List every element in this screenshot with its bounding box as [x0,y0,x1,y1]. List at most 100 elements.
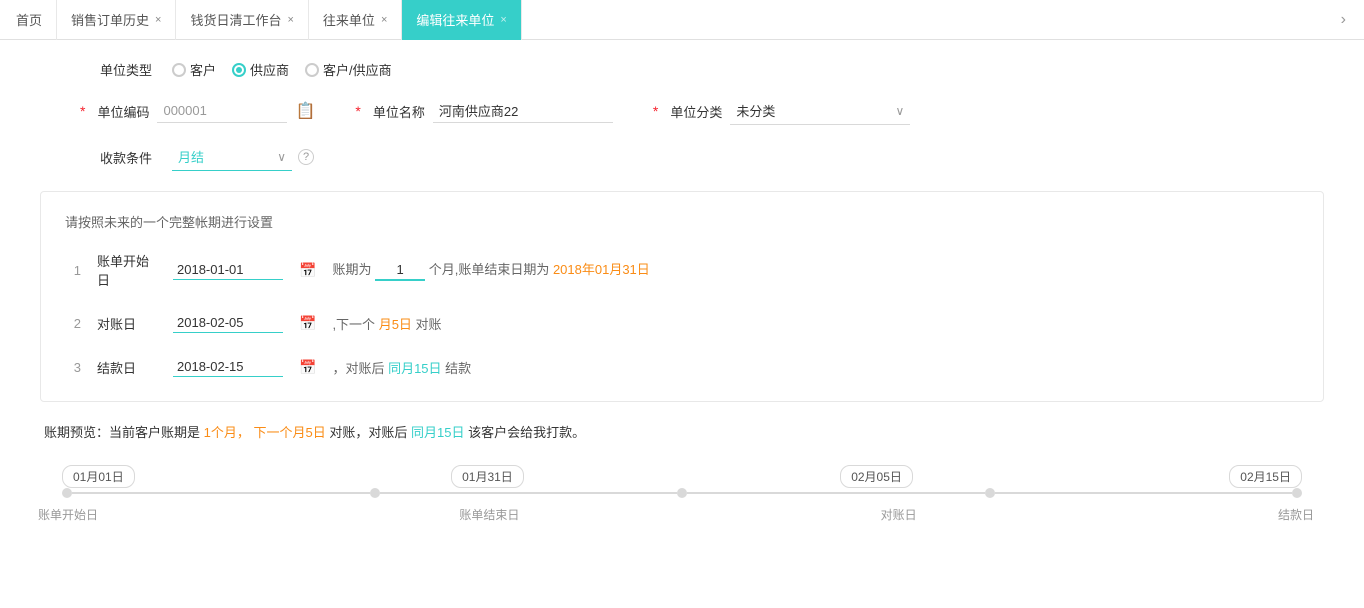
category-label: 单位分类 [670,102,722,121]
tab-cash-work-close[interactable]: × [287,14,293,26]
category-chevron-icon: ∨ [896,104,905,118]
period-row-3-calendar-icon[interactable]: 📅 [299,359,316,376]
category-value: 未分类 [736,101,891,120]
tab-bar: 首页 销售订单历史 × 钱货日清工作台 × 往来单位 × 编辑往来单位 × › [0,0,1364,40]
payment-value: 月结 [178,147,273,166]
timeline-tag-4: 02月15日 [1229,465,1302,488]
payment-label: 收款条件 [100,148,152,167]
period-row-3-highlight: 同月15日 [388,361,441,376]
preview-part3: 对账，对账后 [329,425,407,440]
radio-supplier[interactable]: 供应商 [232,60,289,79]
timeline-node-3: 02月05日 [840,465,913,488]
code-label: 单位编码 [97,102,149,121]
period-row-3-desc: ，对账后 同月15日 结款 [332,358,471,377]
period-row-3-date[interactable] [173,357,283,377]
tab-more-arrow[interactable]: › [1331,11,1356,29]
period-num-1: 1 [65,263,81,278]
timeline-dot-3 [985,488,995,498]
payment-select[interactable]: 月结 ∨ [172,143,292,171]
tab-sales-history-close[interactable]: × [155,14,161,26]
timeline-tag-3: 02月05日 [840,465,913,488]
timeline-seg-l2 [380,492,678,494]
timeline-line-row [50,488,1314,498]
preview-part1: 1个月， [204,425,250,440]
tab-partner-unit-label: 往来单位 [323,10,375,29]
payment-help-icon[interactable]: ? [298,149,314,165]
tab-home-label: 首页 [16,10,42,29]
unit-type-label: 单位类型 [100,60,152,79]
timeline-left-dot [62,488,72,498]
period-row-3: 3 结款日 📅 ，对账后 同月15日 结款 [65,357,1299,377]
code-input[interactable] [157,99,287,123]
period-box: 请按照未来的一个完整帐期进行设置 1 账单开始日 📅 账期为 个月,账单结束日期… [40,191,1324,402]
timeline-label-3-wrap: 对账日 [881,498,917,523]
tab-sales-history-label: 销售订单历史 [71,10,149,29]
period-row-2: 2 对账日 📅 ,下一个 月5日 对账 [65,313,1299,333]
timeline-label-1: 账单开始日 [38,506,98,523]
timeline-dot-2 [677,488,687,498]
timeline-label-4-wrap: 结款日 [1278,498,1314,523]
fields-row: * 单位编码 📋 * 单位名称 * 单位分类 未分类 ∨ [80,97,1324,125]
period-row-1-calendar-icon[interactable]: 📅 [299,262,316,279]
timeline-node-1: 01月01日 [62,465,135,488]
period-row-2-date[interactable] [173,313,283,333]
preview-part2: 下一个月5日 [254,425,326,440]
radio-both[interactable]: 客户/供应商 [305,60,392,79]
timeline-node-4: 02月15日 [1229,465,1302,488]
radio-supplier-dot [236,67,242,73]
timeline-label-3: 对账日 [881,506,917,523]
period-month-input[interactable] [375,260,425,281]
tab-edit-partner-label: 编辑往来单位 [416,10,494,29]
category-select[interactable]: 未分类 ∨ [730,97,910,125]
code-calendar-icon[interactable]: 📋 [295,101,315,121]
period-row-2-highlight: 月5日 [379,317,412,332]
radio-both-label: 客户/供应商 [323,60,392,79]
radio-customer[interactable]: 客户 [172,60,216,79]
period-row-1-date[interactable] [173,260,283,280]
period-row-3-label: 结款日 [97,358,157,377]
tab-edit-partner[interactable]: 编辑往来单位 × [402,0,521,40]
period-row-2-calendar-icon[interactable]: 📅 [299,315,316,332]
radio-customer-label: 客户 [190,60,216,79]
unit-type-radio-group: 客户 供应商 客户/供应商 [172,60,392,79]
timeline-dot-1 [370,488,380,498]
tab-partner-unit[interactable]: 往来单位 × [309,0,402,40]
timeline-tags-row: 01月01日 01月31日 02月05日 02月15日 [50,465,1314,488]
period-row-1: 1 账单开始日 📅 账期为 个月,账单结束日期为 2018年01月31日 [65,251,1299,289]
period-title: 请按照未来的一个完整帐期进行设置 [65,212,1299,231]
timeline-right-dot [1292,488,1302,498]
payment-row: 收款条件 月结 ∨ ? [100,143,1324,171]
code-field-group: * 单位编码 📋 [80,99,315,123]
timeline-seg-l4 [995,492,1293,494]
radio-customer-circle [172,63,186,77]
timeline-node-2: 01月31日 [451,465,524,488]
payment-chevron-icon: ∨ [277,150,286,164]
name-required: * [355,103,360,119]
period-row-1-desc: 账期为 个月,账单结束日期为 2018年01月31日 [332,259,649,281]
tab-sales-history[interactable]: 销售订单历史 × [57,0,176,40]
period-row-2-label: 对账日 [97,314,157,333]
name-input[interactable] [433,99,613,123]
preview-part5: 该客户会给我打款。 [468,425,585,440]
tab-partner-unit-close[interactable]: × [381,14,387,26]
tab-cash-work[interactable]: 钱货日清工作台 × [176,0,308,40]
period-row-2-desc: ,下一个 月5日 对账 [332,314,441,333]
timeline-seg-l3 [687,492,985,494]
timeline-labels-row: 账单开始日 账单结束日 对账日 结款日 [50,498,1314,523]
timeline-label-1-wrap: 账单开始日 [38,498,98,523]
unit-type-row: 单位类型 客户 供应商 客户/供应商 [100,60,1324,79]
period-row-1-label: 账单开始日 [97,251,157,289]
tab-home[interactable]: 首页 [8,0,57,40]
main-content: 单位类型 客户 供应商 客户/供应商 * 单位编码 📋 [0,40,1364,608]
timeline-label-4: 结款日 [1278,506,1314,523]
timeline-tag-1: 01月01日 [62,465,135,488]
tab-edit-partner-close[interactable]: × [500,14,506,26]
timeline-seg-l1 [72,492,370,494]
name-field-group: * 单位名称 [355,99,612,123]
timeline-label-2: 账单结束日 [459,506,519,523]
period-num-3: 3 [65,360,81,375]
period-row-1-end-date: 2018年01月31日 [553,262,650,277]
category-required: * [653,103,658,119]
timeline-section: 01月01日 01月31日 02月05日 02月15日 [40,465,1324,523]
timeline-label-2-wrap: 账单结束日 [459,498,519,523]
